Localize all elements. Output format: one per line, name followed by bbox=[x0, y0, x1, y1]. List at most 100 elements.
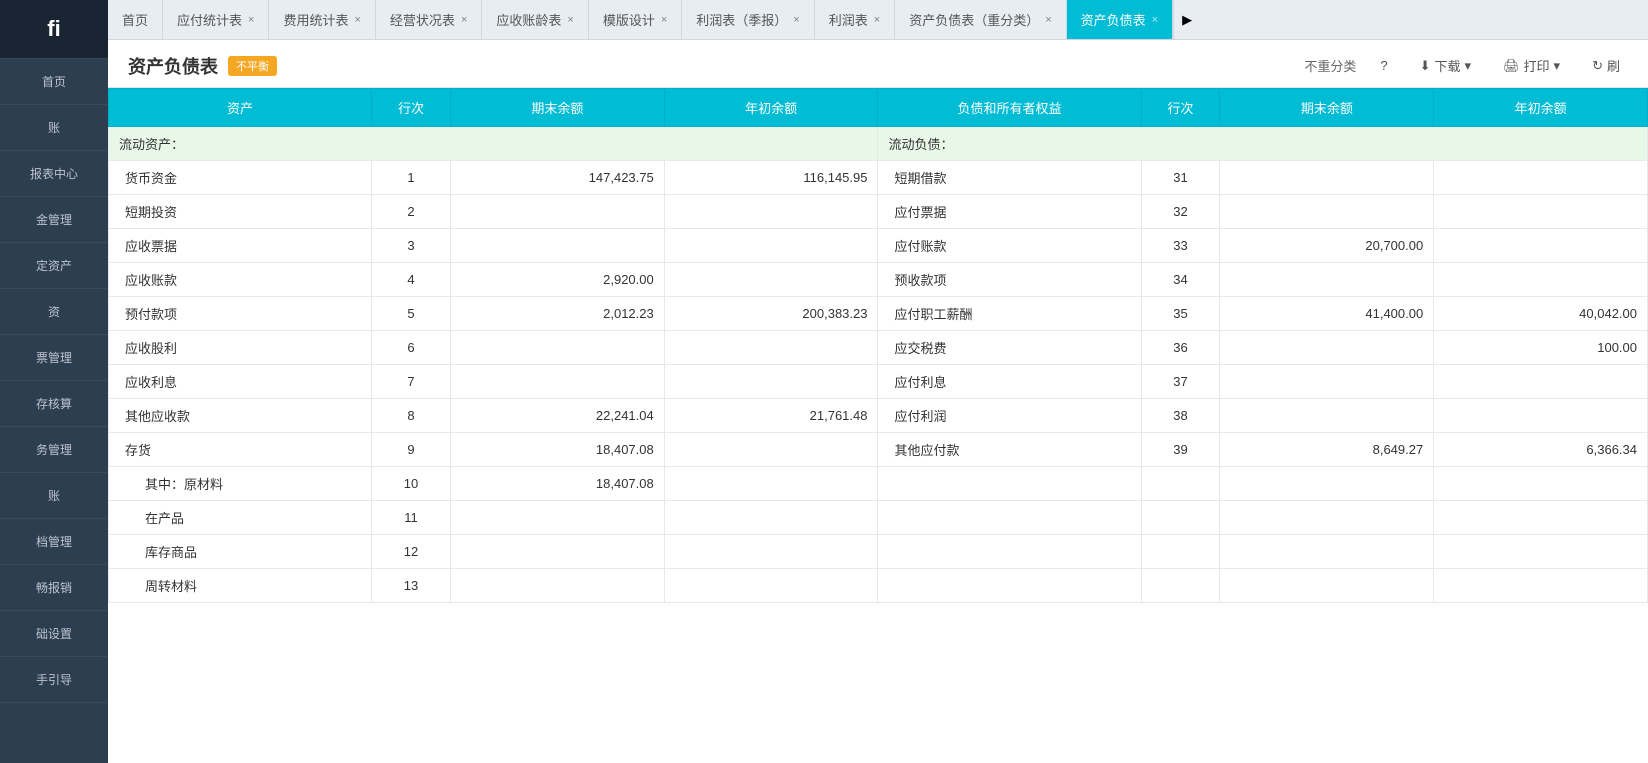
table-row: 库存商品 12 bbox=[109, 535, 1648, 569]
tab-balance-reclassified[interactable]: 资产负债表（重分类） × bbox=[895, 0, 1066, 40]
cell-liability: 预收款项 bbox=[878, 263, 1141, 297]
tab-home[interactable]: 首页 bbox=[108, 0, 163, 40]
sidebar-item-basic-settings[interactable]: 础设置 bbox=[0, 611, 108, 657]
sidebar-item-guide[interactable]: 手引导 bbox=[0, 657, 108, 703]
tab-nav-more[interactable]: ▶ bbox=[1173, 0, 1200, 40]
table-row: 在产品 11 bbox=[109, 501, 1648, 535]
tab-label: 利润表（季报） bbox=[696, 10, 787, 29]
cell-rownum2: 32 bbox=[1141, 195, 1220, 229]
tab-close-icon[interactable]: × bbox=[248, 14, 254, 26]
tab-close-icon[interactable]: × bbox=[1045, 14, 1051, 26]
print-button[interactable]: 🖨 打印 ▾ bbox=[1495, 52, 1568, 79]
sidebar-item-capital[interactable]: 资 bbox=[0, 289, 108, 335]
tab-close-icon[interactable]: × bbox=[461, 14, 467, 26]
cell-rownum2 bbox=[1141, 501, 1220, 535]
cell-year-start bbox=[664, 467, 878, 501]
cell-year-start2 bbox=[1434, 229, 1648, 263]
header-year-start2: 年初余额 bbox=[1434, 89, 1648, 127]
cell-rownum2: 36 bbox=[1141, 331, 1220, 365]
cell-year-start bbox=[664, 263, 878, 297]
table-row: 周转材料 13 bbox=[109, 569, 1648, 603]
tab-payable-stats[interactable]: 应付统计表 × bbox=[163, 0, 269, 40]
sidebar-item-home[interactable]: 首页 bbox=[0, 59, 108, 105]
tab-expense-stats[interactable]: 费用统计表 × bbox=[269, 0, 375, 40]
help-button[interactable]: ? bbox=[1372, 54, 1395, 77]
page-actions: 不重分类 ? ⬇ 下载 ▾ 🖨 打印 ▾ ↻ 刷 bbox=[1304, 52, 1628, 79]
tab-close-icon[interactable]: × bbox=[793, 14, 799, 26]
sidebar-item-fund-mgmt[interactable]: 金管理 bbox=[0, 197, 108, 243]
section-header-row: 流动资产： 流动负债： bbox=[109, 127, 1648, 161]
tab-profit-quarterly[interactable]: 利润表（季报） × bbox=[682, 0, 814, 40]
sidebar-item-ledger[interactable]: 账 bbox=[0, 473, 108, 519]
sidebar-item-stock-calc[interactable]: 存核算 bbox=[0, 381, 108, 427]
cell-end-balance2: 8,649.27 bbox=[1220, 433, 1434, 467]
tab-label: 经营状况表 bbox=[390, 10, 455, 29]
cell-liability bbox=[878, 501, 1141, 535]
header-end-balance2: 期末余额 bbox=[1220, 89, 1434, 127]
sidebar-item-account[interactable]: 账 bbox=[0, 105, 108, 151]
tab-label: 资产负债表 bbox=[1081, 10, 1146, 29]
cell-end-balance: 147,423.75 bbox=[450, 161, 664, 195]
header-year-start: 年初余额 bbox=[664, 89, 878, 127]
sidebar-item-doc-mgmt[interactable]: 档管理 bbox=[0, 519, 108, 565]
tab-template-design[interactable]: 模版设计 × bbox=[589, 0, 682, 40]
cell-liability: 应交税费 bbox=[878, 331, 1141, 365]
tab-business-status[interactable]: 经营状况表 × bbox=[376, 0, 482, 40]
sidebar-item-ticket-mgmt[interactable]: 票管理 bbox=[0, 335, 108, 381]
header-rownum2: 行次 bbox=[1141, 89, 1220, 127]
sidebar-item-report-center[interactable]: 报表中心 bbox=[0, 151, 108, 197]
cell-asset: 库存商品 bbox=[109, 535, 372, 569]
cell-year-start: 200,383.23 bbox=[664, 297, 878, 331]
unbalanced-badge: 不平衡 bbox=[228, 56, 277, 76]
cell-year-start2 bbox=[1434, 263, 1648, 297]
header-end-balance: 期末余额 bbox=[450, 89, 664, 127]
cell-end-balance: 2,012.23 bbox=[450, 297, 664, 331]
tab-receivable-aging[interactable]: 应收账龄表 × bbox=[482, 0, 588, 40]
cell-end-balance2 bbox=[1220, 467, 1434, 501]
sidebar-item-fixed-assets[interactable]: 定资产 bbox=[0, 243, 108, 289]
table-row: 应收股利 6 应交税费 36 100.00 bbox=[109, 331, 1648, 365]
report-table: 资产 行次 期末余额 年初余额 负债和所有者权益 行次 期末余额 年初余额 流动… bbox=[108, 88, 1648, 603]
table-row: 预付款项 5 2,012.23 200,383.23 应付职工薪酬 35 41,… bbox=[109, 297, 1648, 331]
tab-close-icon[interactable]: × bbox=[1152, 14, 1158, 26]
table-row: 存货 9 18,407.08 其他应付款 39 8,649.27 6,366.3… bbox=[109, 433, 1648, 467]
print-icon: 🖨 bbox=[1503, 58, 1520, 74]
cell-asset: 预付款项 bbox=[109, 297, 372, 331]
table-row: 其中：原材料 10 18,407.08 bbox=[109, 467, 1648, 501]
cell-liability: 应付职工薪酬 bbox=[878, 297, 1141, 331]
tab-close-icon[interactable]: × bbox=[567, 14, 573, 26]
cell-year-start2 bbox=[1434, 467, 1648, 501]
cell-year-start bbox=[664, 331, 878, 365]
cell-rownum2: 37 bbox=[1141, 365, 1220, 399]
refresh-label: 刷 bbox=[1607, 56, 1620, 75]
cell-year-start bbox=[664, 535, 878, 569]
refresh-button[interactable]: ↻ 刷 bbox=[1584, 52, 1628, 79]
cell-asset: 在产品 bbox=[109, 501, 372, 535]
tab-profit[interactable]: 利润表 × bbox=[815, 0, 895, 40]
cell-year-start: 116,145.95 bbox=[664, 161, 878, 195]
cell-year-start bbox=[664, 229, 878, 263]
cell-year-start2 bbox=[1434, 161, 1648, 195]
cell-year-start2 bbox=[1434, 195, 1648, 229]
table-row: 短期投资 2 应付票据 32 bbox=[109, 195, 1648, 229]
tab-close-icon[interactable]: × bbox=[661, 14, 667, 26]
page-title: 资产负债表 bbox=[128, 53, 218, 79]
sidebar-item-expense[interactable]: 畅报销 bbox=[0, 565, 108, 611]
tab-close-icon[interactable]: × bbox=[874, 14, 880, 26]
tab-close-icon[interactable]: × bbox=[354, 14, 360, 26]
section-asset-label: 流动资产： bbox=[109, 127, 878, 161]
cell-end-balance2 bbox=[1220, 569, 1434, 603]
tab-balance-sheet[interactable]: 资产负债表 × bbox=[1067, 0, 1173, 40]
cell-year-start bbox=[664, 433, 878, 467]
cell-asset: 应收股利 bbox=[109, 331, 372, 365]
download-button[interactable]: ⬇ 下载 ▾ bbox=[1412, 52, 1479, 79]
download-icon: ⬇ bbox=[1420, 58, 1431, 74]
cell-rownum: 5 bbox=[372, 297, 451, 331]
cell-asset: 应收利息 bbox=[109, 365, 372, 399]
cell-end-balance2 bbox=[1220, 263, 1434, 297]
cell-rownum2 bbox=[1141, 535, 1220, 569]
page-header: 资产负债表 不平衡 不重分类 ? ⬇ 下载 ▾ 🖨 打印 ▾ ↻ 刷 bbox=[108, 40, 1648, 88]
sidebar-item-tax-mgmt[interactable]: 务管理 bbox=[0, 427, 108, 473]
cell-end-balance bbox=[450, 535, 664, 569]
cell-rownum: 8 bbox=[372, 399, 451, 433]
